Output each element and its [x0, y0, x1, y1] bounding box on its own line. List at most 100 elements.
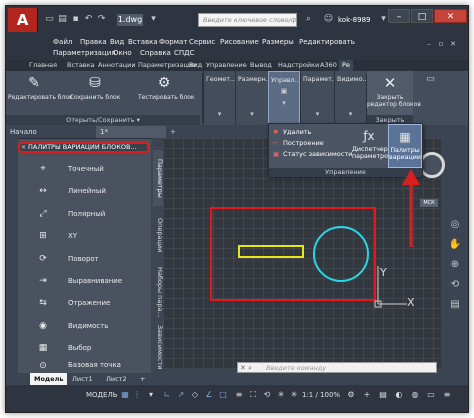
menu-dimension[interactable]: Размеры [262, 37, 294, 48]
user-icon[interactable]: ☺ [322, 13, 335, 26]
menu-insert[interactable]: Вставка [128, 37, 158, 48]
panel-parameters[interactable]: Парамет... ▾ [300, 71, 334, 125]
palette-item-polar[interactable]: ⤢ Полярный [32, 204, 142, 226]
snap-dropdown-icon[interactable]: ▾ [146, 389, 156, 401]
ribbon-minimize-icon[interactable]: ▭ [424, 73, 437, 86]
steering-wheel-icon[interactable]: ◎ [448, 218, 462, 232]
minimize-button[interactable]: – [388, 9, 410, 23]
menu-window[interactable]: Окно [113, 48, 132, 59]
lineweight-icon[interactable]: ≡ [234, 389, 244, 401]
ortho-icon[interactable]: ∟ [162, 389, 172, 401]
delete-constraint-item[interactable]: ✖ Удалить [273, 127, 311, 137]
search-icon[interactable]: ⌕ [302, 13, 315, 26]
search-input[interactable]: Введите ключевое слово/фразу [198, 13, 297, 27]
isolate-objects-icon[interactable]: ◍ [410, 389, 420, 401]
palette-item-basepoint[interactable]: ⊙ Базовая точка [32, 359, 142, 373]
transparency-icon[interactable]: ⛶ [248, 389, 258, 401]
command-line[interactable]: ✕ ⌕ Введите команду [237, 362, 437, 373]
save-icon[interactable]: ▪ [70, 14, 81, 25]
construction-item[interactable]: ⌐ Построение [273, 138, 324, 148]
save-block-button[interactable]: ⛁ Сохранить блок [68, 71, 122, 115]
snap-icon[interactable]: ⋮ [132, 389, 142, 401]
object-snap-icon[interactable]: □ [218, 389, 228, 401]
menu-view[interactable]: Вид [110, 37, 124, 48]
command-input[interactable]: Введите команду [266, 363, 326, 373]
open-file-icon[interactable]: ▤ [57, 14, 68, 25]
menu-file[interactable]: Файл [53, 37, 72, 48]
menu-spds[interactable]: СПДС [174, 48, 195, 59]
palette-item-point[interactable]: ⌖ Точечный [32, 159, 142, 181]
tab-manage[interactable]: Управление [206, 60, 247, 71]
annotation-visibility-icon[interactable]: ✳ [276, 389, 286, 401]
annotation-monitor-icon[interactable]: + [362, 389, 372, 401]
mdi-restore-icon[interactable]: ▫ [436, 40, 446, 49]
tab-layout1[interactable]: Лист1 [68, 373, 97, 385]
tab-output[interactable]: Вывод [250, 60, 272, 71]
panel-manage[interactable]: Управл... ▣ ▾ [268, 71, 300, 125]
undo-icon[interactable]: ↶ [83, 14, 94, 25]
selection-cycling-icon[interactable]: ⟲ [262, 389, 272, 401]
new-layout-button[interactable]: + [136, 373, 149, 385]
workspace-gear-icon[interactable]: ⚙ [346, 389, 356, 401]
quick-access-dropdown-icon[interactable]: ▾ [148, 14, 159, 25]
panel-geometry[interactable]: Геомет... ▾ [203, 71, 235, 125]
palette-item-rotation[interactable]: ⟳ Поворот [32, 249, 142, 271]
close-block-editor-button[interactable]: ✕ Закрыть редактор блоков [367, 71, 421, 115]
menu-parametric[interactable]: Параметризация [53, 48, 115, 59]
units-icon[interactable]: ▤ [378, 389, 388, 401]
annotation-scale[interactable]: 1:1 / 100% [302, 389, 340, 401]
redo-icon[interactable]: ↷ [96, 14, 107, 25]
close-window-button[interactable]: ✕ [434, 9, 467, 23]
panel-visibility[interactable]: Видимо... ▾ [334, 71, 366, 125]
group-label-open-save[interactable]: Открыть/Сохранить ▾ [6, 115, 200, 125]
command-close-icon[interactable]: ✕ ⌕ [240, 363, 252, 373]
tab-model[interactable]: Модель [30, 373, 68, 385]
showmotion-icon[interactable]: ▤ [448, 298, 462, 312]
test-block-button[interactable]: ⚙ Тестировать блок [138, 71, 195, 115]
constraint-status-item[interactable]: ▣ Статус зависимости [273, 149, 352, 159]
isodraft-icon[interactable]: ◇ [190, 389, 200, 401]
palette-close-icon[interactable]: ✕ [21, 144, 26, 151]
file-name-tab[interactable]: 1.dwg [117, 14, 143, 26]
red-rectangle[interactable] [210, 207, 376, 301]
tab-parametric[interactable]: Параметризация [138, 60, 196, 71]
palette-item-xy[interactable]: ⊞ XY [32, 226, 142, 248]
autoscale-icon[interactable]: ✳ [289, 389, 299, 401]
polar-tracking-icon[interactable]: ↗ [176, 389, 186, 401]
clean-screen-icon[interactable]: ▭ [426, 389, 436, 401]
palette-title-bar[interactable]: ✕ ПАЛИТРЫ ВАРИАЦИЙ БЛОКОВ... [18, 142, 149, 153]
tab-start[interactable]: Начало [6, 126, 48, 138]
pan-icon[interactable]: ✋ [448, 238, 462, 252]
tab-insert[interactable]: Вставка [67, 60, 95, 71]
block-authoring-palettes-button[interactable]: ▦ Палитры вариации [388, 124, 422, 168]
tab-block-editor[interactable]: Ре [339, 60, 353, 71]
zoom-icon[interactable]: ⊕ [448, 258, 462, 272]
palette-item-visibility[interactable]: ◉ Видимость [32, 316, 142, 338]
palette-item-alignment[interactable]: ⇥ Выравнивание [32, 271, 142, 293]
palette-item-lookup[interactable]: ▦ Выбор [32, 338, 142, 360]
menu-tools[interactable]: Сервис [189, 37, 215, 48]
customization-icon[interactable]: ≡ [442, 389, 452, 401]
tab-drawing-1[interactable]: 1* [96, 126, 166, 138]
user-name[interactable]: kok-8989 [338, 14, 370, 26]
menu-draw[interactable]: Рисование [220, 37, 259, 48]
new-file-icon[interactable]: ▭ [44, 14, 55, 25]
orbit-icon[interactable]: ⟲ [448, 278, 462, 292]
tab-a360[interactable]: А360 [320, 60, 337, 71]
new-tab-button[interactable]: + [166, 126, 180, 138]
model-space-toggle[interactable]: МОДЕЛЬ [86, 389, 118, 401]
maximize-button[interactable]: □ [411, 9, 433, 23]
mdi-close-icon[interactable]: ✕ [448, 40, 458, 49]
tab-view[interactable]: Вид [189, 60, 202, 71]
tab-home[interactable]: Главная [29, 60, 57, 71]
tab-addins[interactable]: Надстройки [278, 60, 319, 71]
palette-item-flip[interactable]: ⇆ Отражение [32, 293, 142, 315]
parameters-manager-button[interactable]: ƒx Диспетчер параметров [352, 124, 392, 168]
tab-layout2[interactable]: Лист2 [102, 373, 131, 385]
grid-icon[interactable]: ▦ [120, 389, 130, 401]
menu-format[interactable]: Формат [159, 37, 187, 48]
menu-modify[interactable]: Редактировать [299, 37, 355, 48]
cyan-circle[interactable] [313, 226, 369, 282]
menu-help[interactable]: Справка [140, 48, 171, 59]
panel-dimensional[interactable]: Размерн... ▾ [235, 71, 268, 125]
